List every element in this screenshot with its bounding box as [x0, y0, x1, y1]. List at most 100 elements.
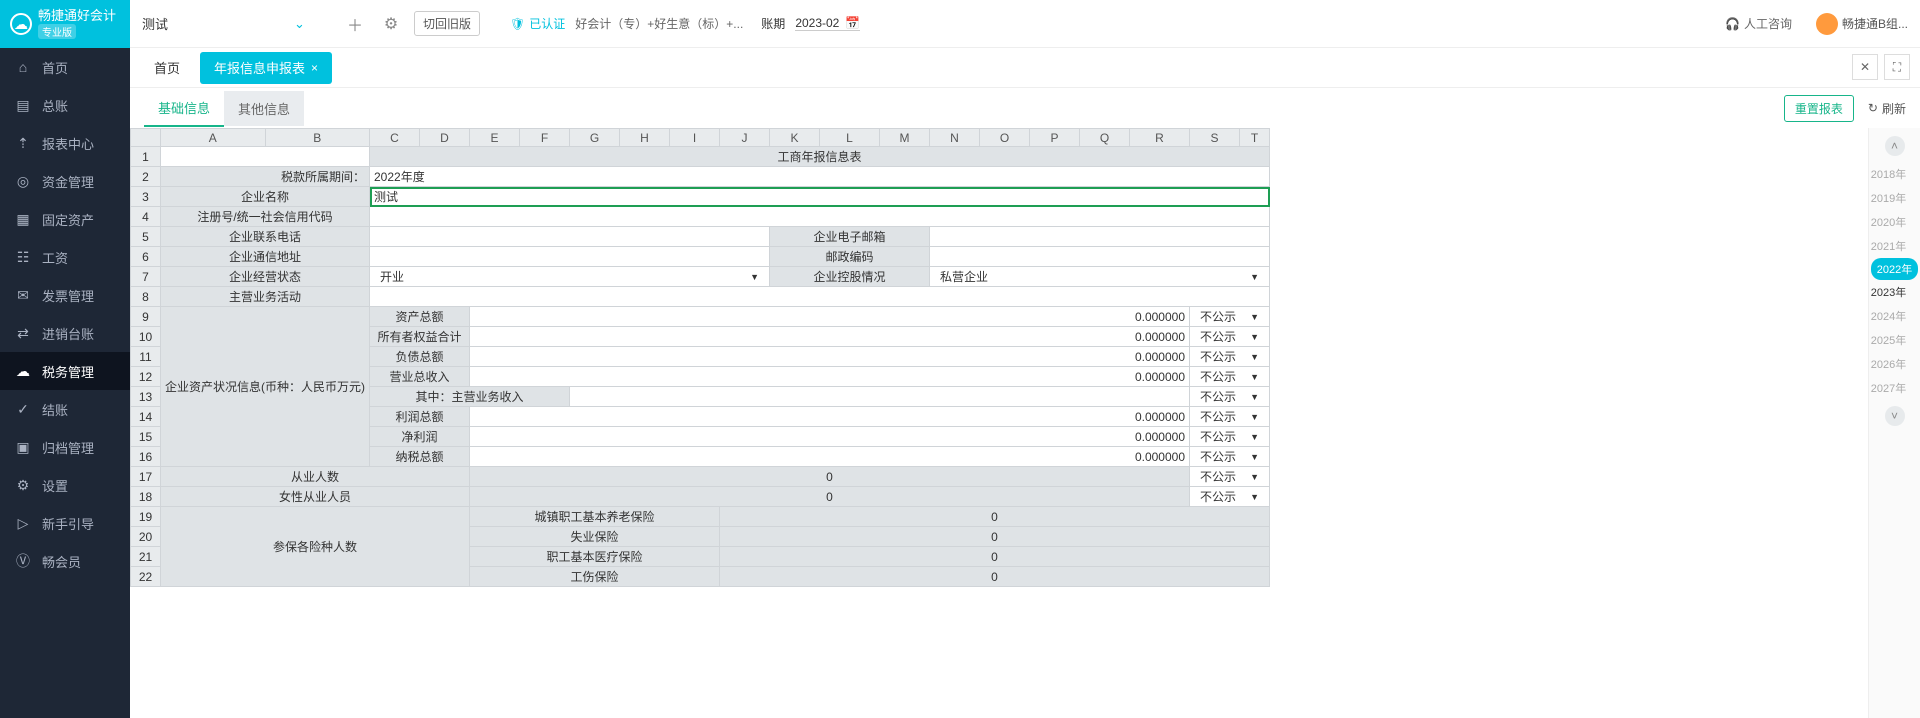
disclose-main-income[interactable]: 不公示▼ — [1190, 387, 1270, 407]
disclose-owner-equity[interactable]: 不公示▼ — [1190, 327, 1270, 347]
col-header[interactable]: M — [880, 129, 930, 147]
year-option[interactable]: 2023年 — [1871, 280, 1918, 304]
col-header[interactable]: O — [980, 129, 1030, 147]
year-option[interactable]: 2020年 — [1871, 210, 1918, 234]
subtab-other[interactable]: 其他信息 — [224, 91, 304, 126]
settings-icon[interactable]: ⚙ — [378, 11, 404, 37]
sidebar-item-8[interactable]: ☁税务管理 — [0, 352, 130, 390]
col-header[interactable]: J — [720, 129, 770, 147]
sidebar-item-6[interactable]: ✉发票管理 — [0, 276, 130, 314]
value-total-tax[interactable]: 0.000000 — [470, 447, 1190, 467]
year-option[interactable]: 2022年 — [1871, 258, 1918, 280]
sidebar-item-7[interactable]: ⇄进销台账 — [0, 314, 130, 352]
tax-period-value[interactable]: 2022年度 — [370, 167, 1270, 187]
input-reg-no[interactable] — [370, 207, 1270, 227]
customer-service-button[interactable]: 🎧 人工咨询 — [1725, 15, 1792, 32]
sidebar-item-0[interactable]: ⌂首页 — [0, 48, 130, 86]
tab-annual-report[interactable]: 年报信息申报表 × — [200, 52, 332, 84]
auth-badge[interactable]: 🛡 已认证 — [510, 15, 565, 32]
input-email[interactable] — [930, 227, 1270, 247]
col-header[interactable] — [131, 129, 161, 147]
value-female-emp[interactable]: 0 — [470, 487, 1190, 507]
value-main-income[interactable] — [570, 387, 1190, 407]
value-ins-medical[interactable]: 0 — [720, 547, 1270, 567]
col-header[interactable]: L — [820, 129, 880, 147]
select-holding[interactable]: 私营企业▼ — [930, 267, 1270, 287]
spreadsheet[interactable]: ABCDEFGHIJKLMNOPQRST1工商年报信息表2税款所属期间：2022… — [130, 128, 1270, 587]
add-company-button[interactable]: ＋ — [342, 11, 368, 37]
disclose-total-assets[interactable]: 不公示▼ — [1190, 307, 1270, 327]
col-header[interactable]: E — [470, 129, 520, 147]
value-owner-equity[interactable]: 0.000000 — [470, 327, 1190, 347]
reset-report-button[interactable]: 重置报表 — [1784, 95, 1854, 122]
input-address[interactable] — [370, 247, 770, 267]
input-company-name[interactable]: 测试 — [370, 187, 1270, 207]
value-total-assets[interactable]: 0.000000 — [470, 307, 1190, 327]
value-net-profit[interactable]: 0.000000 — [470, 427, 1190, 447]
disclose-employees[interactable]: 不公示▼ — [1190, 467, 1270, 487]
col-header[interactable]: Q — [1080, 129, 1130, 147]
col-header[interactable]: C — [370, 129, 420, 147]
value-ins-unemp[interactable]: 0 — [720, 527, 1270, 547]
value-employees[interactable]: 0 — [470, 467, 1190, 487]
value-total-income[interactable]: 0.000000 — [470, 367, 1190, 387]
year-option[interactable]: 2024年 — [1871, 304, 1918, 328]
disclose-female-emp[interactable]: 不公示▼ — [1190, 487, 1270, 507]
disclose-total-tax[interactable]: 不公示▼ — [1190, 447, 1270, 467]
company-selector[interactable]: 测试 ⌄ — [142, 14, 332, 33]
col-header[interactable]: F — [520, 129, 570, 147]
year-option[interactable]: 2025年 — [1871, 328, 1918, 352]
disclose-net-profit[interactable]: 不公示▼ — [1190, 427, 1270, 447]
sheet-scroll[interactable]: ABCDEFGHIJKLMNOPQRST1工商年报信息表2税款所属期间：2022… — [130, 128, 1868, 718]
col-header[interactable]: A — [161, 129, 266, 147]
col-header[interactable]: N — [930, 129, 980, 147]
select-status[interactable]: 开业▼ — [370, 267, 770, 287]
sidebar-item-13[interactable]: Ⓥ畅会员 — [0, 542, 130, 580]
sidebar-item-2[interactable]: ⇡报表中心 — [0, 124, 130, 162]
fullscreen-button[interactable]: ⛶ — [1884, 54, 1910, 80]
col-header[interactable]: B — [265, 129, 370, 147]
col-header[interactable]: H — [620, 129, 670, 147]
sidebar-item-9[interactable]: ✓结账 — [0, 390, 130, 428]
sidebar-item-12[interactable]: ▷新手引导 — [0, 504, 130, 542]
value-total-profit[interactable]: 0.000000 — [470, 407, 1190, 427]
value-ins-injury[interactable]: 0 — [720, 567, 1270, 587]
switch-old-version-button[interactable]: 切回旧版 — [414, 11, 480, 36]
sidebar-item-10[interactable]: ▣归档管理 — [0, 428, 130, 466]
year-option[interactable]: 2019年 — [1871, 186, 1918, 210]
disclose-total-profit[interactable]: 不公示▼ — [1190, 407, 1270, 427]
value-total-liab[interactable]: 0.000000 — [470, 347, 1190, 367]
col-header[interactable]: T — [1240, 129, 1270, 147]
year-option[interactable]: 2027年 — [1871, 376, 1918, 400]
period-selector[interactable]: 2023-02 📅 — [795, 16, 860, 31]
year-up-button[interactable]: ˄ — [1885, 136, 1905, 156]
year-down-button[interactable]: ˅ — [1885, 406, 1905, 426]
input-phone[interactable] — [370, 227, 770, 247]
close-all-tabs-button[interactable]: ✕ — [1852, 54, 1878, 80]
subtab-basic[interactable]: 基础信息 — [144, 90, 224, 127]
refresh-button[interactable]: ↻ 刷新 — [1868, 100, 1906, 117]
value-ins-pension[interactable]: 0 — [720, 507, 1270, 527]
close-icon[interactable]: × — [311, 61, 318, 75]
sidebar-item-11[interactable]: ⚙设置 — [0, 466, 130, 504]
year-option[interactable]: 2026年 — [1871, 352, 1918, 376]
col-header[interactable]: G — [570, 129, 620, 147]
year-option[interactable]: 2021年 — [1871, 234, 1918, 258]
user-menu[interactable]: 畅捷通B组... — [1816, 13, 1908, 35]
year-option[interactable]: 2018年 — [1871, 162, 1918, 186]
col-header[interactable]: R — [1130, 129, 1190, 147]
col-header[interactable]: K — [770, 129, 820, 147]
tab-home[interactable]: 首页 — [140, 52, 194, 84]
sidebar-item-3[interactable]: ◎资金管理 — [0, 162, 130, 200]
col-header[interactable]: S — [1190, 129, 1240, 147]
sidebar-item-1[interactable]: ▤总账 — [0, 86, 130, 124]
disclose-total-income[interactable]: 不公示▼ — [1190, 367, 1270, 387]
col-header[interactable]: P — [1030, 129, 1080, 147]
input-postcode[interactable] — [930, 247, 1270, 267]
sidebar-item-5[interactable]: ☷工资 — [0, 238, 130, 276]
input-main-biz[interactable] — [370, 287, 1270, 307]
col-header[interactable]: D — [420, 129, 470, 147]
col-header[interactable]: I — [670, 129, 720, 147]
disclose-total-liab[interactable]: 不公示▼ — [1190, 347, 1270, 367]
sidebar-item-4[interactable]: ▦固定资产 — [0, 200, 130, 238]
